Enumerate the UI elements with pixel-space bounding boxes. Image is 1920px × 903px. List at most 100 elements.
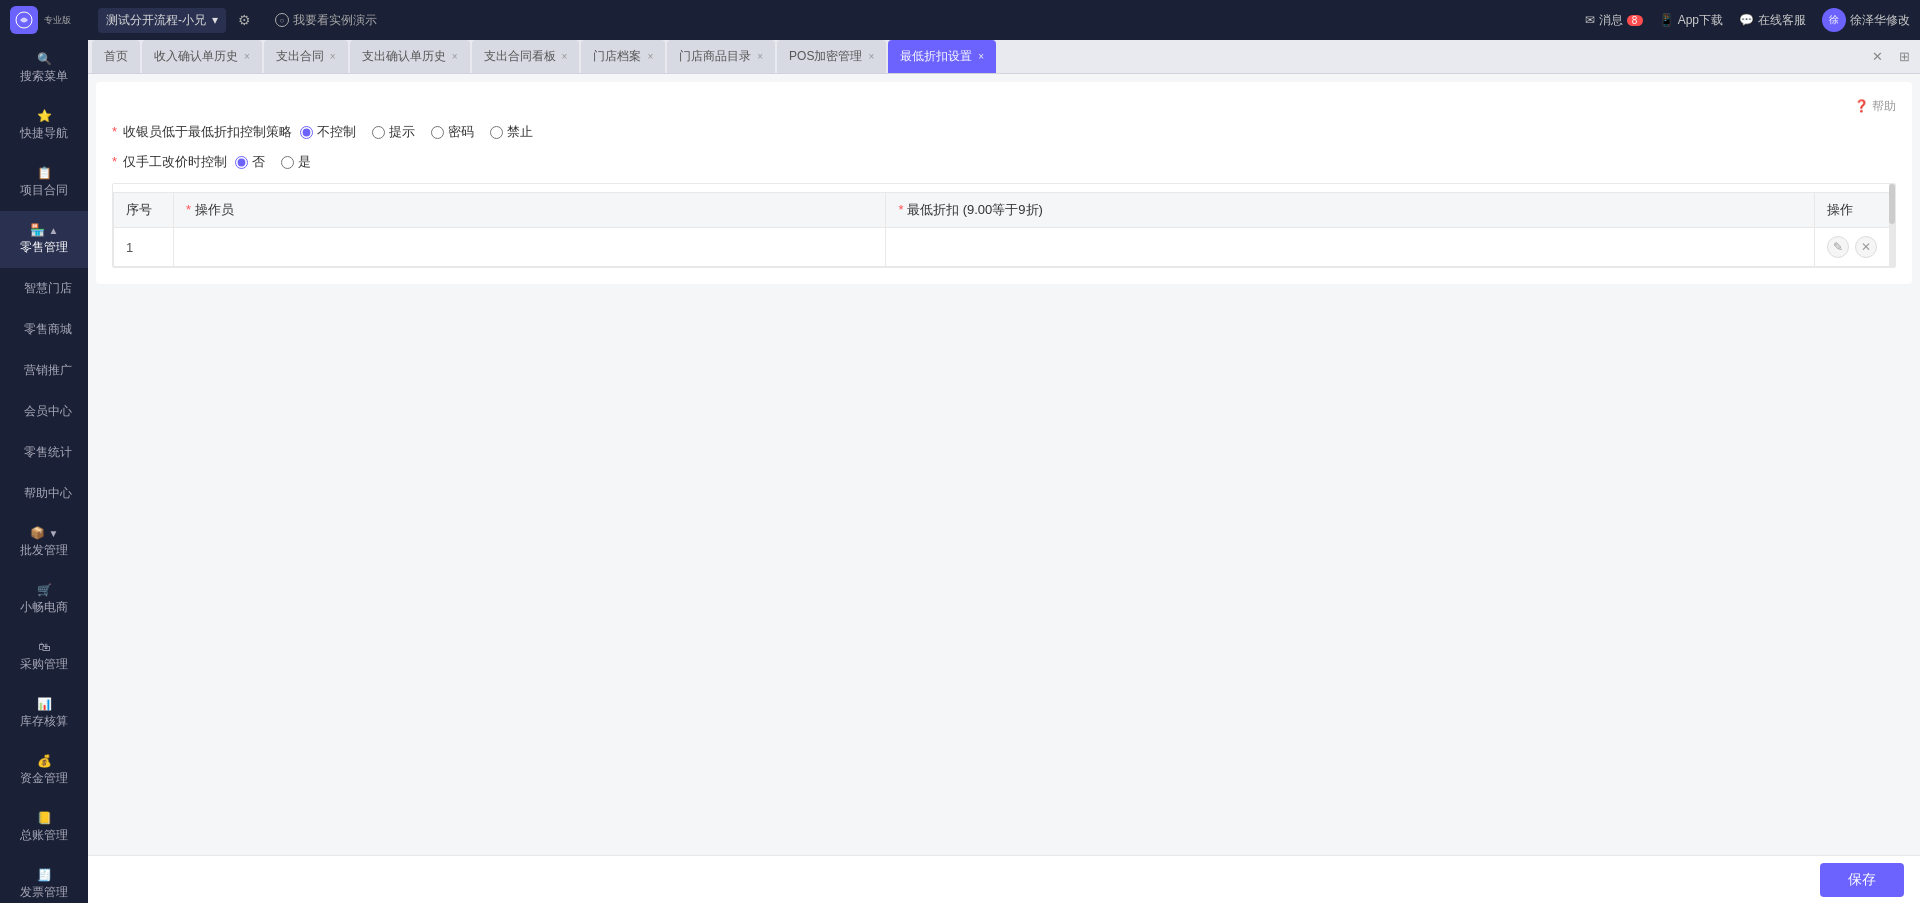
tab-home[interactable]: 首页: [92, 40, 140, 73]
tab-income-history[interactable]: 收入确认单历史 ×: [142, 40, 262, 73]
tab-expand-icon[interactable]: ⊞: [1893, 49, 1916, 64]
cell-operator[interactable]: [174, 228, 886, 267]
tab-payment-confirm-history-close-icon[interactable]: ×: [452, 51, 458, 62]
message-action[interactable]: ✉ 消息 8: [1585, 12, 1643, 29]
sidebar-item-help[interactable]: 帮助中心: [0, 473, 88, 514]
radio-no-control[interactable]: 不控制: [300, 123, 356, 141]
purchase-icon: 🛍: [38, 640, 50, 654]
tab-close-all-icon[interactable]: ✕: [1866, 49, 1889, 64]
tab-pos-password[interactable]: POS加密管理 ×: [777, 40, 886, 73]
table-scrollbar[interactable]: [1889, 184, 1895, 267]
main-layout: 🔍 搜索菜单 ⭐ 快捷导航 📋 项目合同 🏪 ▲ 零售管理 智慧门店 零售商城 …: [0, 40, 1920, 903]
service-icon: 💬: [1739, 13, 1754, 27]
online-service-action[interactable]: 💬 在线客服: [1739, 12, 1806, 29]
tab-payment-contract-view-label: 支出合同看板: [484, 48, 556, 65]
message-icon: ✉: [1585, 13, 1595, 27]
logo-area: 专业版: [10, 6, 90, 34]
radio-no[interactable]: 否: [235, 153, 265, 171]
sidebar-item-smart-store[interactable]: 智慧门店: [0, 268, 88, 309]
sidebar-label-help: 帮助中心: [24, 485, 72, 502]
tab-payment-confirm-history[interactable]: 支出确认单历史 ×: [350, 40, 470, 73]
required-star-2: *: [112, 154, 117, 169]
radio-password[interactable]: 密码: [431, 123, 474, 141]
field1-radio-group: 不控制 提示 密码 禁止: [300, 123, 533, 141]
top-header: 专业版 测试分开流程-小兄 ▾ ⚙ ○ 我要看实例演示 ✉ 消息 8 📱 App…: [0, 0, 1920, 40]
help-link[interactable]: ❓ 帮助: [1854, 98, 1896, 115]
sidebar-item-project[interactable]: 📋 项目合同: [0, 154, 88, 211]
sidebar-item-capital[interactable]: 💰 资金管理: [0, 742, 88, 799]
user-name: 徐泽华修改: [1850, 12, 1910, 29]
radio-no-label: 否: [252, 153, 265, 171]
tab-income-history-label: 收入确认单历史: [154, 48, 238, 65]
sidebar-item-ledger[interactable]: 📒 总账管理: [0, 799, 88, 856]
tab-min-discount[interactable]: 最低折扣设置 ×: [888, 40, 996, 73]
sidebar-label-purchase: 采购管理: [20, 656, 68, 673]
delete-icon[interactable]: ✕: [1855, 236, 1877, 258]
tab-payment-contract-view-close-icon[interactable]: ×: [562, 51, 568, 62]
tab-payment-contract-view[interactable]: 支出合同看板 ×: [472, 40, 580, 73]
tab-pos-password-label: POS加密管理: [789, 48, 862, 65]
table-body: 1: [114, 228, 1895, 267]
sidebar-item-shortcut[interactable]: ⭐ 快捷导航: [0, 97, 88, 154]
edit-icon[interactable]: ✎: [1827, 236, 1849, 258]
sidebar-label-project: 项目合同: [20, 182, 68, 199]
tab-store-products-label: 门店商品目录: [679, 48, 751, 65]
radio-yes[interactable]: 是: [281, 153, 311, 171]
demo-link[interactable]: ○ 我要看实例演示: [275, 12, 377, 29]
tab-income-history-close-icon[interactable]: ×: [244, 51, 250, 62]
tab-payment-contract[interactable]: 支出合同 ×: [264, 40, 348, 73]
discount-input[interactable]: [898, 240, 1802, 255]
sidebar-item-retail-stat[interactable]: 零售统计: [0, 432, 88, 473]
user-action[interactable]: 徐 徐泽华修改: [1822, 8, 1910, 32]
sidebar-item-search[interactable]: 🔍 搜索菜单: [0, 40, 88, 97]
action-icons: ✎ ✕: [1827, 236, 1882, 258]
sidebar-label-ledger: 总账管理: [20, 827, 68, 844]
radio-forbid[interactable]: 禁止: [490, 123, 533, 141]
cell-discount[interactable]: [886, 228, 1815, 267]
tab-store-archive-close-icon[interactable]: ×: [647, 51, 653, 62]
retail-icon: 🏪: [30, 223, 45, 237]
required-star-1: *: [112, 124, 117, 139]
shortcut-icon: ⭐: [37, 109, 52, 123]
table-scroll-thumb: [1889, 184, 1895, 224]
page-spacer: [88, 292, 1920, 855]
field1-label: * 收银员低于最低折扣控制策略: [112, 123, 292, 141]
radio-no-control-label: 不控制: [317, 123, 356, 141]
project-selector[interactable]: 测试分开流程-小兄 ▾: [98, 8, 226, 33]
demo-link-label: 我要看实例演示: [293, 12, 377, 29]
sidebar-item-online-store[interactable]: 零售商城: [0, 309, 88, 350]
sidebar: 🔍 搜索菜单 ⭐ 快捷导航 📋 项目合同 🏪 ▲ 零售管理 智慧门店 零售商城 …: [0, 40, 88, 903]
sidebar-item-retail[interactable]: 🏪 ▲ 零售管理: [0, 211, 88, 268]
sidebar-item-purchase[interactable]: 🛍 采购管理: [0, 628, 88, 685]
radio-remind[interactable]: 提示: [372, 123, 415, 141]
logo-icon: [10, 6, 38, 34]
tab-store-archive-label: 门店档案: [593, 48, 641, 65]
sidebar-label-online-store: 零售商城: [24, 321, 72, 338]
sidebar-item-inventory[interactable]: 📊 库存核算: [0, 685, 88, 742]
invoice-icon: 🧾: [37, 868, 52, 882]
tab-store-products-close-icon[interactable]: ×: [757, 51, 763, 62]
form-row-1: * 收银员低于最低折扣控制策略 不控制 提示: [112, 123, 1896, 141]
operator-input[interactable]: [186, 240, 873, 255]
header-left: 专业版 测试分开流程-小兄 ▾ ⚙ ○ 我要看实例演示: [10, 6, 377, 34]
tab-store-products[interactable]: 门店商品目录 ×: [667, 40, 775, 73]
sidebar-item-wholesale[interactable]: 📦 ▼ 批发管理: [0, 514, 88, 571]
sidebar-item-invoice[interactable]: 🧾 发票管理: [0, 856, 88, 903]
tab-min-discount-close-icon[interactable]: ×: [978, 51, 984, 62]
settings-icon[interactable]: ⚙: [238, 12, 251, 28]
tab-payment-contract-close-icon[interactable]: ×: [330, 51, 336, 62]
page-content: ❓ 帮助 * 收银员低于最低折扣控制策略 不控制: [88, 74, 1920, 855]
app-download-action[interactable]: 📱 App下载: [1659, 12, 1723, 29]
online-service-label: 在线客服: [1758, 12, 1806, 29]
tab-home-label: 首页: [104, 48, 128, 65]
wholesale-icon: 📦: [30, 526, 45, 540]
save-button[interactable]: 保存: [1820, 863, 1904, 897]
sidebar-item-member[interactable]: 会员中心: [0, 391, 88, 432]
search-icon: 🔍: [37, 52, 52, 66]
sidebar-item-ecommerce[interactable]: 🛒 小畅电商: [0, 571, 88, 628]
tab-store-archive[interactable]: 门店档案 ×: [581, 40, 665, 73]
tab-pos-password-close-icon[interactable]: ×: [868, 51, 874, 62]
table-header-row: 序号 * 操作员 * 最低折扣 (9.00等于9折) 操作: [114, 193, 1895, 228]
sidebar-item-marketing[interactable]: 营销推广: [0, 350, 88, 391]
sidebar-label-capital: 资金管理: [20, 770, 68, 787]
